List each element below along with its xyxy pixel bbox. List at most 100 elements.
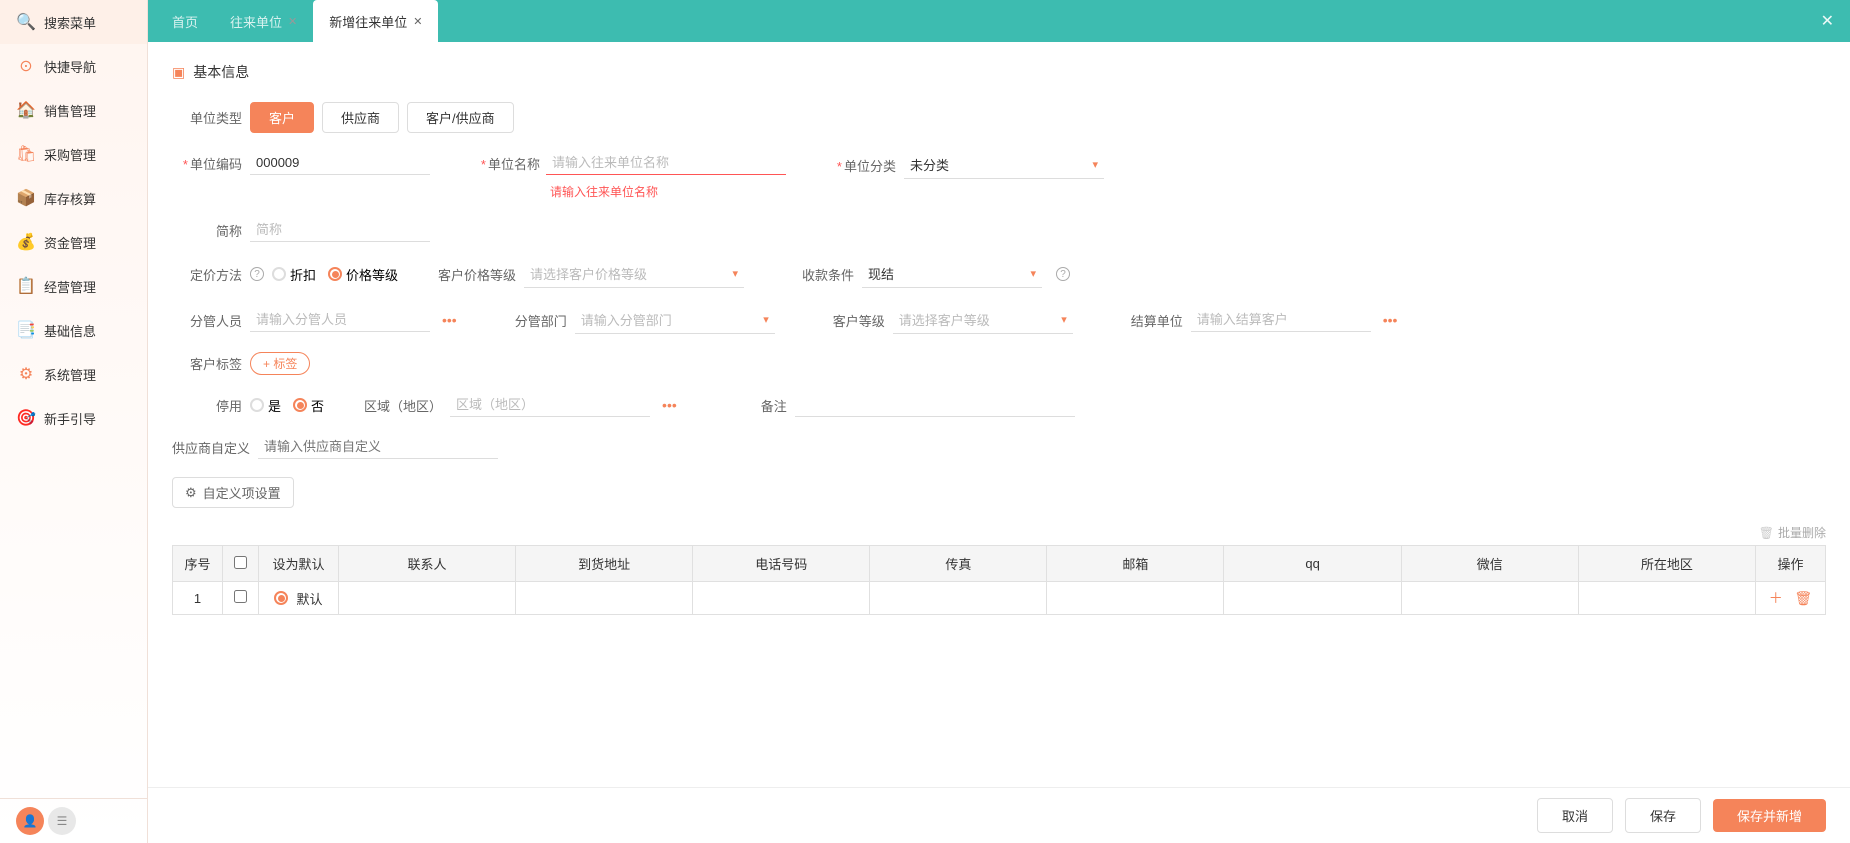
unit-type-field: 单位类型 客户 供应商 客户/供应商 bbox=[172, 102, 514, 133]
cell-qq bbox=[1224, 582, 1401, 615]
table-header-row: 序号 设为默认 联系人 到货地址 电话号码 传真 邮箱 qq 微信 所在地区 操… bbox=[173, 546, 1826, 582]
tab-home[interactable]: 首页 bbox=[156, 0, 214, 42]
qq-input[interactable] bbox=[1234, 591, 1390, 606]
disable-yes[interactable]: 是 bbox=[250, 396, 281, 415]
batch-delete-icon: 🗑 bbox=[1759, 526, 1774, 540]
add-row-icon[interactable]: ＋ bbox=[1769, 590, 1783, 606]
col-contact: 联系人 bbox=[339, 546, 516, 582]
select-all-checkbox[interactable] bbox=[234, 556, 247, 569]
sidebar-user-icon[interactable]: 👤 bbox=[16, 807, 44, 835]
settlement-unit-input[interactable] bbox=[1191, 308, 1371, 332]
settings-gear-icon: ⚙ bbox=[185, 485, 197, 501]
manager-more-icon[interactable]: ••• bbox=[442, 312, 457, 328]
remark-input[interactable] bbox=[795, 393, 1075, 417]
pricing-radio-discount[interactable]: 折扣 bbox=[272, 265, 316, 284]
wechat-input[interactable] bbox=[1412, 591, 1568, 606]
unit-type-both[interactable]: 客户/供应商 bbox=[407, 102, 514, 133]
sidebar-menu-icon[interactable]: ☰ bbox=[48, 807, 76, 835]
disable-no[interactable]: 否 bbox=[293, 396, 324, 415]
category-arrow-icon: ▾ bbox=[1092, 158, 1098, 171]
disable-field: 停用 是 否 bbox=[172, 396, 324, 415]
cell-contact bbox=[339, 582, 516, 615]
search-icon: 🔍 bbox=[16, 12, 36, 32]
level-radio-outer bbox=[328, 267, 342, 281]
phone-input[interactable] bbox=[703, 591, 859, 606]
info-icon: 📑 bbox=[16, 320, 36, 340]
unit-name-input[interactable] bbox=[546, 151, 786, 175]
unit-type-buttons: 客户 供应商 客户/供应商 bbox=[250, 102, 514, 133]
sidebar-item-quick-nav[interactable]: ⊙ 快捷导航 bbox=[0, 44, 147, 88]
contact-input[interactable] bbox=[349, 591, 505, 606]
manager-field: 分管人员 ••• bbox=[172, 308, 457, 332]
default-radio[interactable]: 默认 bbox=[269, 589, 328, 608]
batch-delete-label[interactable]: 批量删除 bbox=[1778, 524, 1826, 541]
col-default: 设为默认 bbox=[259, 546, 339, 582]
cell-default: 默认 bbox=[259, 582, 339, 615]
area-more-icon[interactable]: ••• bbox=[662, 397, 677, 413]
customer-level-select[interactable]: 请选择客户等级 ▾ bbox=[893, 306, 1073, 334]
default-radio-outer bbox=[274, 591, 288, 605]
col-fax: 传真 bbox=[870, 546, 1047, 582]
pricing-row: 定价方法 ? 折扣 价格等级 bbox=[172, 260, 1826, 288]
sidebar-item-newbie[interactable]: 🎯 新手引导 bbox=[0, 396, 147, 440]
tab-new-partner-close[interactable]: ✕ bbox=[413, 15, 422, 28]
email-input[interactable] bbox=[1057, 591, 1213, 606]
tab-new-partner[interactable]: 新增往来单位 ✕ bbox=[313, 0, 438, 42]
close-all-tabs[interactable]: ✕ bbox=[1813, 11, 1842, 31]
batch-delete-area: 🗑 批量删除 bbox=[172, 524, 1826, 541]
customer-price-level-select[interactable]: 请选择客户价格等级 ▾ bbox=[524, 260, 744, 288]
save-button[interactable]: 保存 bbox=[1625, 798, 1701, 833]
save-and-new-button[interactable]: 保存并新增 bbox=[1713, 799, 1826, 832]
pricing-question-icon[interactable]: ? bbox=[250, 267, 264, 281]
cell-region bbox=[1578, 582, 1755, 615]
settlement-more-icon[interactable]: ••• bbox=[1383, 312, 1398, 328]
add-tag-button[interactable]: + 标签 bbox=[250, 352, 310, 375]
manager-input[interactable] bbox=[250, 308, 430, 332]
sidebar-item-basic[interactable]: 📑 基础信息 bbox=[0, 308, 147, 352]
cell-phone bbox=[693, 582, 870, 615]
tab-partners[interactable]: 往来单位 ✕ bbox=[214, 0, 313, 42]
settlement-unit-field: 结算单位 ••• bbox=[1113, 308, 1398, 332]
bag-icon: 🛍 bbox=[16, 144, 36, 164]
sidebar-item-purchase[interactable]: 🛍 采购管理 bbox=[0, 132, 147, 176]
sidebar-item-system[interactable]: ⚙ 系统管理 bbox=[0, 352, 147, 396]
fax-input[interactable] bbox=[880, 591, 1036, 606]
unit-type-supplier[interactable]: 供应商 bbox=[322, 102, 399, 133]
col-wechat: 微信 bbox=[1401, 546, 1578, 582]
delete-row-icon[interactable]: 🗑 bbox=[1794, 590, 1812, 606]
address-input[interactable] bbox=[526, 591, 682, 606]
section-header: ▣ 基本信息 bbox=[172, 62, 1826, 82]
form-content: ▣ 基本信息 单位类型 客户 供应商 客户/供应商 *单位编码 bbox=[148, 42, 1850, 787]
unit-code-input[interactable] bbox=[250, 151, 430, 175]
pricing-radio-group: 折扣 价格等级 bbox=[272, 265, 398, 284]
payment-question-icon[interactable]: ? bbox=[1056, 267, 1070, 281]
unit-type-row: 单位类型 客户 供应商 客户/供应商 bbox=[172, 102, 1826, 133]
pricing-radio-level[interactable]: 价格等级 bbox=[328, 265, 398, 284]
department-select[interactable]: 请输入分管部门 ▾ bbox=[575, 306, 775, 334]
sidebar-item-search[interactable]: 🔍 搜索菜单 bbox=[0, 0, 147, 44]
home-icon: 🏠 bbox=[16, 100, 36, 120]
sidebar-item-finance[interactable]: 💰 资金管理 bbox=[0, 220, 147, 264]
cancel-button[interactable]: 取消 bbox=[1537, 798, 1613, 833]
sidebar-item-inventory[interactable]: 📦 库存核算 bbox=[0, 176, 147, 220]
col-qq: qq bbox=[1224, 546, 1401, 582]
cell-address bbox=[516, 582, 693, 615]
discount-radio-outer bbox=[272, 267, 286, 281]
unit-category-select[interactable]: 未分类 ▾ bbox=[904, 151, 1104, 179]
payment-terms-select[interactable]: 现结 ▾ bbox=[862, 260, 1042, 288]
tab-partners-close[interactable]: ✕ bbox=[288, 15, 297, 28]
tags-row: 客户标签 + 标签 bbox=[172, 352, 1826, 375]
disable-no-inner bbox=[297, 402, 304, 409]
region-input[interactable] bbox=[1589, 591, 1745, 606]
unit-type-customer[interactable]: 客户 bbox=[250, 102, 314, 133]
money-icon: 💰 bbox=[16, 232, 36, 252]
unit-category-field: *单位分类 未分类 ▾ bbox=[826, 151, 1104, 179]
supplier-custom-row: 供应商自定义 bbox=[172, 435, 1826, 459]
custom-settings-button[interactable]: ⚙ 自定义项设置 bbox=[172, 477, 294, 508]
sidebar-item-operations[interactable]: 📋 经营管理 bbox=[0, 264, 147, 308]
row-checkbox[interactable] bbox=[233, 590, 248, 603]
short-name-input[interactable] bbox=[250, 218, 430, 242]
area-input[interactable] bbox=[450, 393, 650, 417]
supplier-custom-input[interactable] bbox=[258, 435, 498, 459]
sidebar-item-sales[interactable]: 🏠 销售管理 bbox=[0, 88, 147, 132]
